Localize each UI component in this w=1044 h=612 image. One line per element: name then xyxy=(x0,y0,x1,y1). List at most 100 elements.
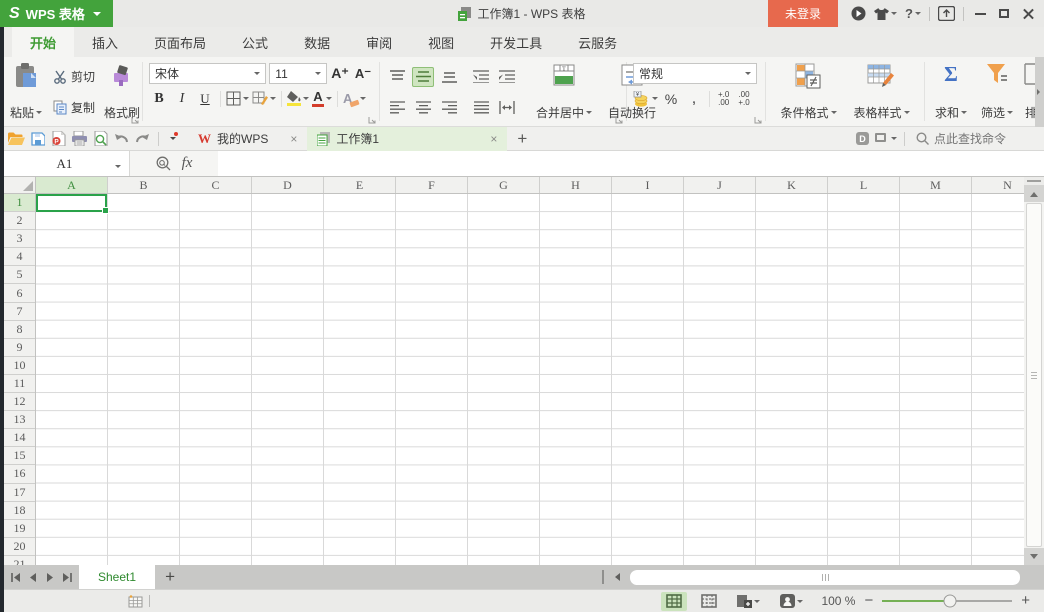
align-middle-button[interactable] xyxy=(412,67,434,87)
customize-toolbar-button[interactable] xyxy=(164,129,180,149)
row-header-1[interactable]: 1 xyxy=(4,194,35,212)
print-preview-button[interactable] xyxy=(90,128,111,149)
row-header-21[interactable]: 21 xyxy=(4,556,35,565)
menu-tab-6[interactable]: 视图 xyxy=(410,27,472,57)
insert-function-button[interactable]: fx xyxy=(182,155,193,172)
paste-button[interactable]: 粘贴 xyxy=(6,61,46,123)
skin-theme-button[interactable] xyxy=(870,0,901,27)
login-button[interactable]: 未登录 xyxy=(768,0,838,27)
justify-button[interactable] xyxy=(470,98,492,118)
column-header-B[interactable]: B xyxy=(108,177,180,194)
normal-view-button[interactable] xyxy=(661,592,687,611)
row-header-2[interactable]: 2 xyxy=(4,212,35,230)
font-family-select[interactable]: 宋体 xyxy=(149,63,266,84)
column-header-A[interactable]: A xyxy=(36,177,108,194)
formula-search-icon[interactable] xyxy=(156,156,171,171)
first-sheet-button[interactable] xyxy=(8,567,24,587)
export-pdf-button[interactable]: P xyxy=(48,128,69,149)
close-tab-icon[interactable]: × xyxy=(490,132,497,146)
increase-indent-button[interactable] xyxy=(496,67,518,87)
column-header-E[interactable]: E xyxy=(324,177,396,194)
menu-tab-7[interactable]: 开发工具 xyxy=(472,27,560,57)
percent-button[interactable]: % xyxy=(661,88,681,109)
cut-button[interactable]: 剪切 xyxy=(50,67,98,86)
horizontal-scrollbar[interactable] xyxy=(630,570,1020,585)
distributed-button[interactable] xyxy=(496,98,518,118)
align-right-button[interactable] xyxy=(438,98,460,118)
copy-button[interactable]: 复制 xyxy=(50,98,98,117)
wps-logo-menu[interactable]: S WPS 表格 xyxy=(0,0,113,27)
cells-area[interactable] xyxy=(36,194,1024,565)
command-search[interactable] xyxy=(916,132,1038,146)
macro-record-icon[interactable] xyxy=(128,595,143,608)
row-header-11[interactable]: 11 xyxy=(4,375,35,393)
assistant-button[interactable]: D xyxy=(852,128,873,149)
font-size-select[interactable]: 11 xyxy=(269,63,327,84)
next-sheet-button[interactable] xyxy=(42,567,58,587)
clear-format-button[interactable]: A xyxy=(343,88,366,109)
minimize-button[interactable] xyxy=(968,0,992,27)
hide-ribbon-button[interactable] xyxy=(934,0,959,27)
menu-tab-8[interactable]: 云服务 xyxy=(560,27,635,57)
ribbon-scroll-right[interactable] xyxy=(1035,57,1044,127)
column-header-D[interactable]: D xyxy=(252,177,324,194)
split-handle[interactable] xyxy=(1024,177,1044,185)
row-header-4[interactable]: 4 xyxy=(4,248,35,266)
add-sheet-button[interactable]: + xyxy=(155,565,185,589)
menu-tab-0[interactable]: 开始 xyxy=(12,27,74,57)
prev-sheet-button[interactable] xyxy=(25,567,41,587)
vertical-scroll-thumb[interactable] xyxy=(1026,203,1042,547)
dialog-launcher-icon[interactable] xyxy=(754,116,762,124)
maximize-button[interactable] xyxy=(992,0,1016,27)
sum-button[interactable]: Σ 求和 xyxy=(931,61,971,123)
align-bottom-button[interactable] xyxy=(438,67,460,87)
column-header-G[interactable]: G xyxy=(468,177,540,194)
zoom-in-button[interactable]: + xyxy=(1021,594,1030,608)
row-header-19[interactable]: 19 xyxy=(4,520,35,538)
column-header-N[interactable]: N xyxy=(972,177,1024,194)
row-header-14[interactable]: 14 xyxy=(4,429,35,447)
zoom-slider-knob[interactable] xyxy=(943,595,956,608)
row-header-7[interactable]: 7 xyxy=(4,303,35,321)
row-header-12[interactable]: 12 xyxy=(4,393,35,411)
column-header-J[interactable]: J xyxy=(684,177,756,194)
eye-protection-button[interactable] xyxy=(774,592,808,611)
row-header-9[interactable]: 9 xyxy=(4,339,35,357)
active-cell-A1[interactable] xyxy=(36,194,107,212)
italic-button[interactable]: I xyxy=(172,88,192,109)
table-style-button[interactable]: 表格样式 xyxy=(849,61,913,123)
menu-tab-4[interactable]: 数据 xyxy=(286,27,348,57)
formula-input[interactable] xyxy=(218,151,1044,176)
align-top-button[interactable] xyxy=(386,67,408,87)
vertical-scroll-track[interactable] xyxy=(1024,202,1044,548)
row-header-17[interactable]: 17 xyxy=(4,484,35,502)
conditional-format-button[interactable]: 条件格式 xyxy=(776,61,840,123)
doc-tab-0[interactable]: W我的WPS× xyxy=(188,127,307,151)
filter-button[interactable]: 筛选 xyxy=(977,61,1017,123)
menu-tab-1[interactable]: 插入 xyxy=(74,27,136,57)
decrease-indent-button[interactable] xyxy=(470,67,492,87)
command-search-input[interactable] xyxy=(934,132,1038,146)
feedback-icon[interactable] xyxy=(846,0,870,27)
row-header-6[interactable]: 6 xyxy=(4,284,35,302)
column-header-F[interactable]: F xyxy=(396,177,468,194)
page-layout-view-button[interactable] xyxy=(731,592,765,611)
fill-color-button[interactable] xyxy=(287,88,309,109)
row-header-3[interactable]: 3 xyxy=(4,230,35,248)
sheet-tab-Sheet1[interactable]: Sheet1 xyxy=(79,565,155,589)
bold-button[interactable]: B xyxy=(149,88,169,109)
font-color-button[interactable]: A xyxy=(312,88,332,109)
last-sheet-button[interactable] xyxy=(59,567,75,587)
row-header-10[interactable]: 10 xyxy=(4,357,35,375)
borders-button[interactable] xyxy=(226,88,249,109)
dialog-launcher-icon[interactable] xyxy=(368,116,376,124)
row-header-5[interactable]: 5 xyxy=(4,266,35,284)
page-break-view-button[interactable] xyxy=(696,592,722,611)
merge-center-button[interactable]: T 合并居中 xyxy=(532,61,596,123)
menu-tab-2[interactable]: 页面布局 xyxy=(136,27,224,57)
row-header-15[interactable]: 15 xyxy=(4,447,35,465)
save-button[interactable] xyxy=(27,128,48,149)
zoom-out-button[interactable]: − xyxy=(864,594,873,608)
align-left-button[interactable] xyxy=(386,98,408,118)
column-header-K[interactable]: K xyxy=(756,177,828,194)
